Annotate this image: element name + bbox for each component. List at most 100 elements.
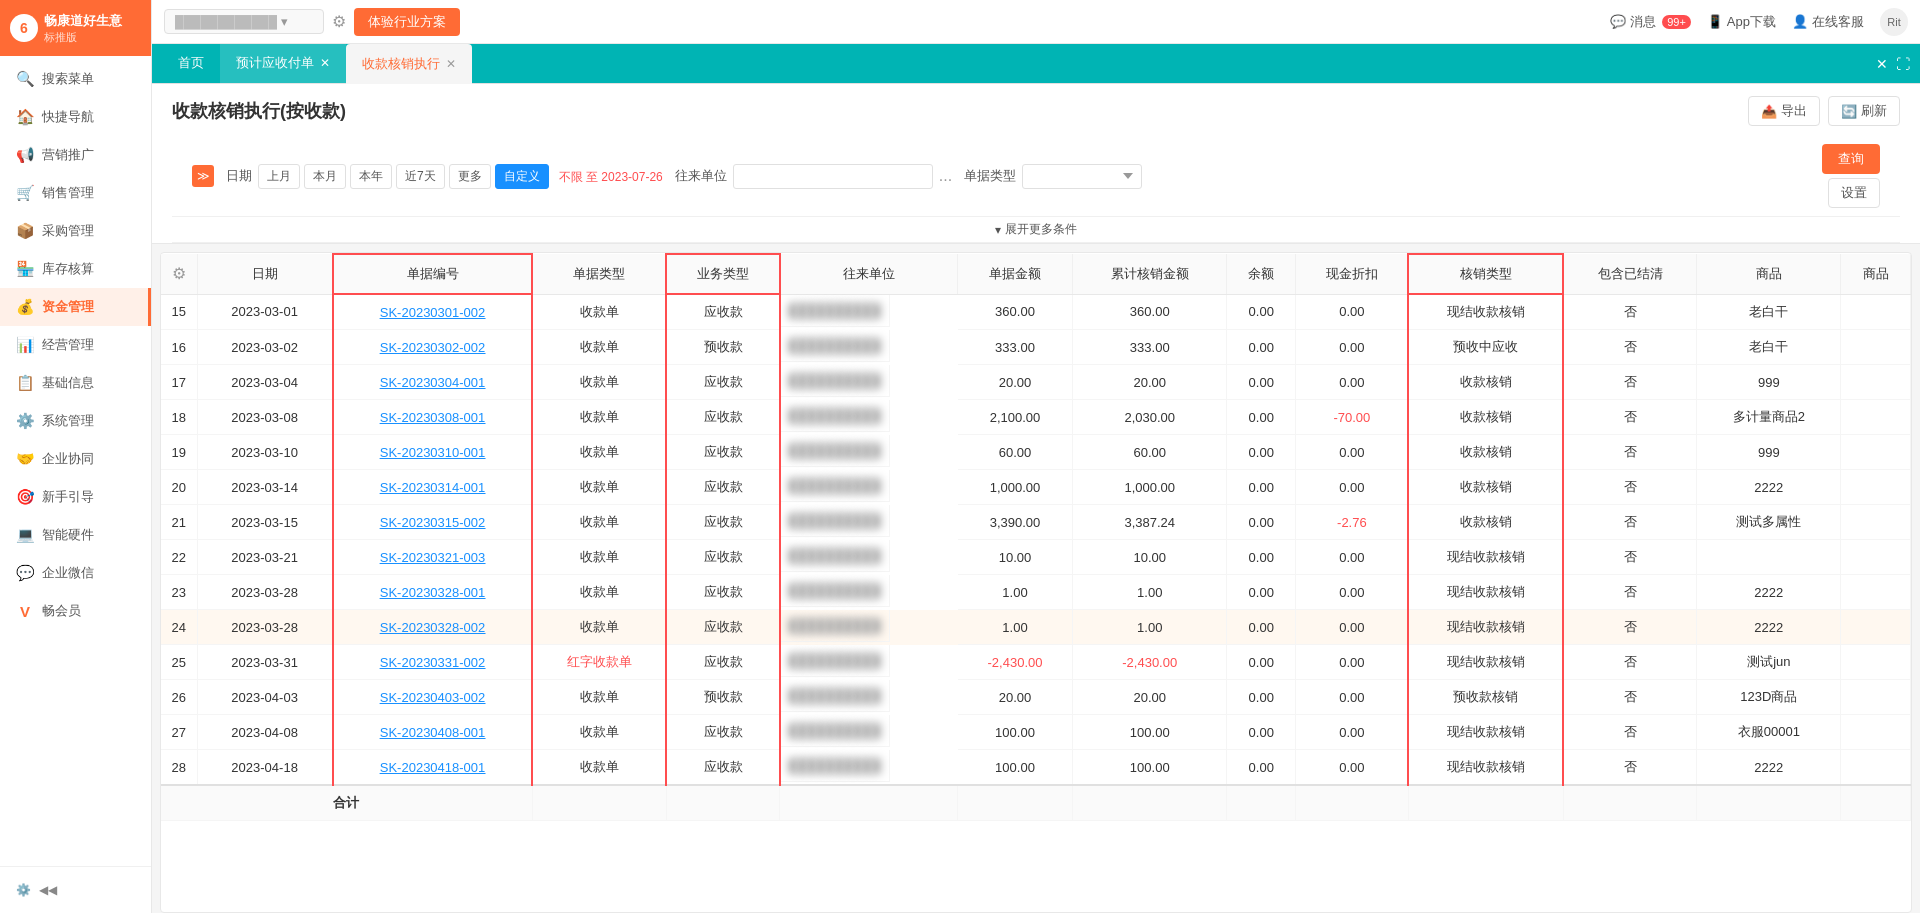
solution-button[interactable]: 体验行业方案: [354, 8, 460, 36]
cell-docno[interactable]: SK-20230328-002: [333, 610, 533, 645]
cell-cancel-type: 现结收款核销: [1408, 645, 1563, 680]
tab-expand-icon[interactable]: ⛶: [1896, 56, 1910, 72]
cell-doctype: 收款单: [532, 330, 666, 365]
doc-link[interactable]: SK-20230301-002: [380, 305, 486, 320]
partner-input[interactable]: [733, 164, 933, 189]
sidebar-settings[interactable]: ⚙️ ◀◀: [0, 875, 151, 905]
cell-included: 否: [1563, 400, 1696, 435]
doc-link[interactable]: SK-20230308-001: [380, 410, 486, 425]
cell-docno[interactable]: SK-20230328-001: [333, 575, 533, 610]
cell-discount: 0.00: [1296, 645, 1408, 680]
doc-link[interactable]: SK-20230328-001: [380, 585, 486, 600]
online-service-button[interactable]: 👤 在线客服: [1792, 13, 1864, 31]
doc-link[interactable]: SK-20230331-002: [380, 655, 486, 670]
sidebar-item-guide[interactable]: 🎯 新手引导: [0, 478, 151, 516]
expand-button[interactable]: ▾ 展开更多条件: [995, 221, 1077, 238]
page-header: 收款核销执行(按收款) 📤 导出 🔄 刷新 ≫ 日期: [152, 84, 1920, 244]
cell-no: 21: [161, 505, 197, 540]
cell-docno[interactable]: SK-20230314-001: [333, 470, 533, 505]
cell-docno[interactable]: SK-20230418-001: [333, 750, 533, 786]
export-button[interactable]: 📤 导出: [1748, 96, 1820, 126]
tab-home[interactable]: 首页: [162, 44, 220, 84]
date-btn-7days[interactable]: 近7天: [396, 164, 445, 189]
sidebar-item-system[interactable]: ⚙️ 系统管理: [0, 402, 151, 440]
sidebar-item-sales[interactable]: 🛒 销售管理: [0, 174, 151, 212]
table-row: 252023-03-31SK-20230331-002红字收款单应收款█████…: [161, 645, 1911, 680]
cell-docno[interactable]: SK-20230301-002: [333, 294, 533, 330]
column-settings-icon[interactable]: ⚙: [172, 265, 186, 282]
tab-collection-close[interactable]: ✕: [446, 57, 456, 71]
doctype-filter-label: 单据类型: [964, 167, 1016, 185]
date-btn-custom[interactable]: 自定义: [495, 164, 549, 189]
sidebar-item-wechat[interactable]: 💬 企业微信: [0, 554, 151, 592]
sidebar-item-member[interactable]: V 畅会员: [0, 592, 151, 630]
cell-balance: 0.00: [1226, 540, 1295, 575]
cell-partner: ██████████: [781, 295, 890, 327]
doc-link[interactable]: SK-20230408-001: [380, 725, 486, 740]
nav-input[interactable]: ████████████ ▾: [164, 9, 324, 34]
sidebar-item-marketing[interactable]: 📢 营销推广: [0, 136, 151, 174]
cell-partner: ██████████: [781, 435, 890, 467]
app-download-button[interactable]: 📱 App下载: [1707, 13, 1776, 31]
cell-amount: 2,100.00: [958, 400, 1073, 435]
tab-close-all-icon[interactable]: ✕: [1876, 56, 1888, 72]
cell-included: 否: [1563, 750, 1696, 786]
th-settings[interactable]: ⚙: [161, 254, 197, 294]
doc-link[interactable]: SK-20230304-001: [380, 375, 486, 390]
sidebar-item-operations[interactable]: 📊 经营管理: [0, 326, 151, 364]
doc-link[interactable]: SK-20230315-002: [380, 515, 486, 530]
tab-preorder[interactable]: 预计应收付单 ✕: [220, 44, 346, 84]
sidebar-logo: 6 畅康道好生意 标推版: [0, 0, 151, 56]
tab-collection[interactable]: 收款核销执行 ✕: [346, 44, 472, 84]
cell-docno[interactable]: SK-20230403-002: [333, 680, 533, 715]
system-icon: ⚙️: [16, 412, 34, 430]
cell-docno[interactable]: SK-20230331-002: [333, 645, 533, 680]
refresh-button[interactable]: 🔄 刷新: [1828, 96, 1900, 126]
sidebar-item-inventory[interactable]: 🏪 库存核算: [0, 250, 151, 288]
doc-link[interactable]: SK-20230328-002: [380, 620, 486, 635]
cell-docno[interactable]: SK-20230408-001: [333, 715, 533, 750]
date-btn-thisyear[interactable]: 本年: [350, 164, 392, 189]
date-btn-more[interactable]: 更多: [449, 164, 491, 189]
date-btn-thismonth[interactable]: 本月: [304, 164, 346, 189]
sidebar-item-label: 库存核算: [42, 260, 94, 278]
sidebar-item-search[interactable]: 🔍 搜索菜单: [0, 60, 151, 98]
cell-docno[interactable]: SK-20230321-003: [333, 540, 533, 575]
sidebar-item-finance[interactable]: 💰 资金管理: [0, 288, 151, 326]
cell-docno[interactable]: SK-20230302-002: [333, 330, 533, 365]
gear-icon[interactable]: ⚙: [332, 12, 346, 31]
doc-link[interactable]: SK-20230418-001: [380, 760, 486, 775]
tab-preorder-close[interactable]: ✕: [320, 56, 330, 70]
footer-cancel-type: [1408, 785, 1563, 821]
filter-toggle-button[interactable]: ≫: [192, 165, 214, 187]
cell-docno[interactable]: SK-20230310-001: [333, 435, 533, 470]
cell-accum: 2,030.00: [1073, 400, 1227, 435]
doc-link[interactable]: SK-20230310-001: [380, 445, 486, 460]
sidebar-item-label: 新手引导: [42, 488, 94, 506]
doc-link[interactable]: SK-20230321-003: [380, 550, 486, 565]
query-button[interactable]: 查询: [1822, 144, 1880, 174]
doc-link[interactable]: SK-20230403-002: [380, 690, 486, 705]
cell-doctype: 收款单: [532, 365, 666, 400]
date-btn-lastmonth[interactable]: 上月: [258, 164, 300, 189]
cell-partner: ██████████: [781, 470, 890, 502]
messages-button[interactable]: 💬 消息 99+: [1610, 13, 1691, 31]
cell-docno[interactable]: SK-20230315-002: [333, 505, 533, 540]
filter-dots[interactable]: ...: [939, 167, 952, 185]
table-settings-button[interactable]: 设置: [1828, 178, 1880, 208]
cell-docno[interactable]: SK-20230308-001: [333, 400, 533, 435]
doctype-select[interactable]: [1022, 164, 1142, 189]
cell-doctype: 收款单: [532, 505, 666, 540]
sidebar-item-quicknav[interactable]: 🏠 快捷导航: [0, 98, 151, 136]
cell-doctype: 收款单: [532, 610, 666, 645]
sidebar-item-hardware[interactable]: 💻 智能硬件: [0, 516, 151, 554]
user-avatar[interactable]: Rit: [1880, 8, 1908, 36]
sidebar-item-basic[interactable]: 📋 基础信息: [0, 364, 151, 402]
doc-link[interactable]: SK-20230302-002: [380, 340, 486, 355]
date-range-text: 不限 至 2023-07-26: [559, 169, 663, 186]
doc-link[interactable]: SK-20230314-001: [380, 480, 486, 495]
sidebar-item-enterprise[interactable]: 🤝 企业协同: [0, 440, 151, 478]
cell-cancel-type: 收款核销: [1408, 470, 1563, 505]
cell-docno[interactable]: SK-20230304-001: [333, 365, 533, 400]
sidebar-item-purchase[interactable]: 📦 采购管理: [0, 212, 151, 250]
